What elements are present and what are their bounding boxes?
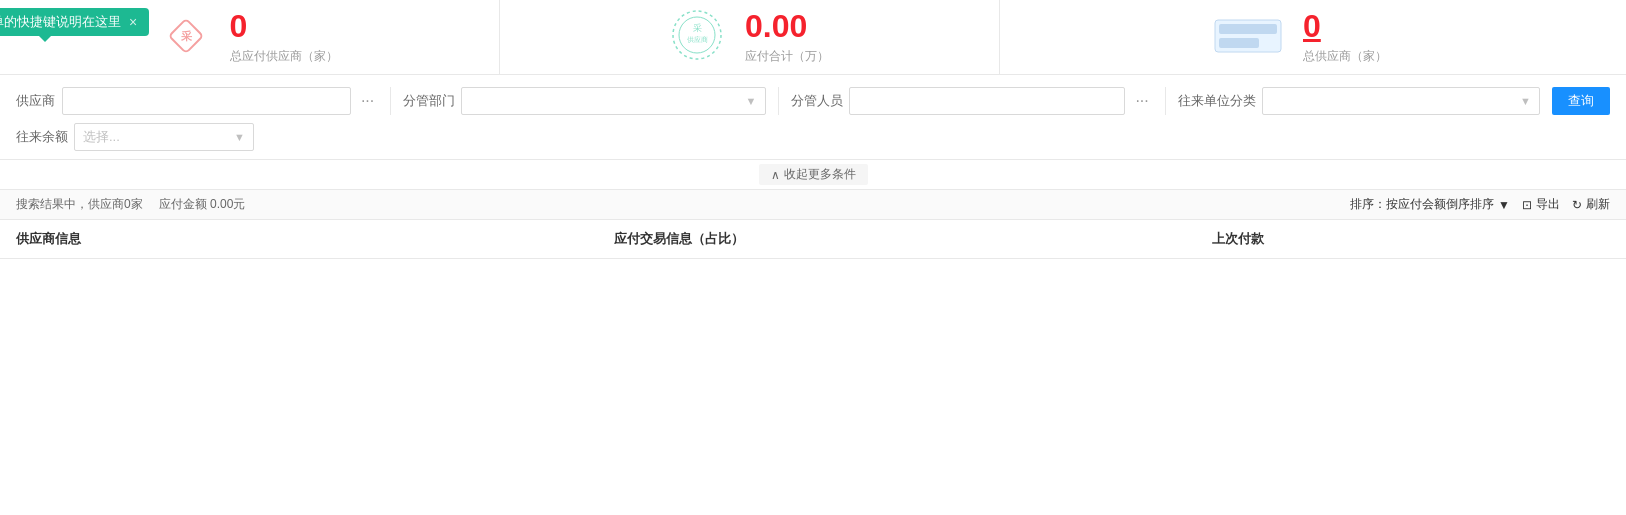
total-payable-suppliers-label: 总应付供应商（家） <box>230 48 338 65</box>
stat-payable-total: 快速录单的快捷键说明在这里 × 采 供应商 0.00 应付合计（万） <box>500 0 1000 74</box>
category-chevron-icon: ▼ <box>1520 95 1531 107</box>
search-row-1: 供应商 ··· 分管部门 ▼ 分管人员 ··· 往来单位分类 ▼ <box>16 87 1610 115</box>
svg-point-2 <box>673 11 721 59</box>
person-label: 分管人员 <box>791 92 843 110</box>
total-suppliers-number: 0 <box>1303 9 1387 44</box>
export-btn[interactable]: ⊡ 导出 <box>1522 196 1560 213</box>
refresh-label: 刷新 <box>1586 196 1610 213</box>
category-field: 往来单位分类 ▼ <box>1178 87 1540 115</box>
category-select[interactable]: ▼ <box>1262 87 1540 115</box>
table-header: 供应商信息 应付交易信息（占比） 上次付款 <box>0 220 1626 259</box>
total-suppliers-icon <box>1213 18 1283 57</box>
query-button[interactable]: 查询 <box>1552 87 1610 115</box>
supplier-dots-btn[interactable]: ··· <box>357 92 378 110</box>
divider-1 <box>390 87 391 115</box>
balance-select[interactable]: 选择... ▼ <box>74 123 254 151</box>
export-label: 导出 <box>1536 196 1560 213</box>
person-field: 分管人员 ··· <box>791 87 1153 115</box>
tooltip-text: 快速录单的快捷键说明在这里 <box>0 13 121 31</box>
result-right: 排序：按应付会额倒序排序 ▼ ⊡ 导出 ↻ 刷新 <box>1350 196 1610 213</box>
collapse-btn[interactable]: ∧ 收起更多条件 <box>759 164 868 185</box>
dept-field: 分管部门 ▼ <box>403 87 765 115</box>
refresh-icon: ↻ <box>1572 198 1582 212</box>
dept-chevron-icon: ▼ <box>746 95 757 107</box>
divider-3 <box>1165 87 1166 115</box>
svg-text:供应商: 供应商 <box>687 36 708 43</box>
table-body <box>0 259 1626 515</box>
supplier-input[interactable] <box>62 87 351 115</box>
search-bar: 供应商 ··· 分管部门 ▼ 分管人员 ··· 往来单位分类 ▼ <box>0 75 1626 160</box>
svg-rect-7 <box>1219 24 1277 34</box>
export-icon: ⊡ <box>1522 198 1532 212</box>
payable-total-number: 0.00 <box>745 9 829 44</box>
svg-text:采: 采 <box>180 30 192 42</box>
collapse-row: ∧ 收起更多条件 <box>0 160 1626 189</box>
tooltip-close-btn[interactable]: × <box>129 14 137 30</box>
svg-text:采: 采 <box>693 23 702 33</box>
payable-total-label: 应付合计（万） <box>745 48 829 65</box>
balance-placeholder: 选择... <box>83 128 120 146</box>
balance-field: 往来余额 选择... ▼ <box>16 123 254 151</box>
result-bar: 搜索结果中，供应商0家 应付金额 0.00元 排序：按应付会额倒序排序 ▼ ⊡ … <box>0 189 1626 220</box>
total-suppliers-label: 总供应商（家） <box>1303 48 1387 65</box>
col-supplier-info: 供应商信息 <box>16 230 614 248</box>
balance-label: 往来余额 <box>16 128 68 146</box>
dept-label: 分管部门 <box>403 92 455 110</box>
brand-icon: 采 <box>162 12 210 63</box>
sort-dropdown[interactable]: 排序：按应付会额倒序排序 ▼ <box>1350 196 1510 213</box>
collapse-up-icon: ∧ <box>771 168 780 182</box>
sort-chevron-icon: ▼ <box>1498 198 1510 212</box>
col-last-payment: 上次付款 <box>1212 230 1611 248</box>
sort-label: 排序：按应付会额倒序排序 <box>1350 196 1494 213</box>
supplier-field: 供应商 ··· <box>16 87 378 115</box>
dept-select[interactable]: ▼ <box>461 87 765 115</box>
collapse-label: 收起更多条件 <box>784 166 856 183</box>
mint-icon: 采 供应商 <box>670 8 725 66</box>
result-left: 搜索结果中，供应商0家 应付金额 0.00元 <box>16 196 245 213</box>
person-input[interactable] <box>849 87 1126 115</box>
category-label: 往来单位分类 <box>1178 92 1256 110</box>
divider-2 <box>778 87 779 115</box>
stat-total-suppliers: 0 总供应商（家） <box>1000 0 1600 74</box>
col-transaction-info: 应付交易信息（占比） <box>614 230 1212 248</box>
search-row-2: 往来余额 选择... ▼ <box>16 123 1610 151</box>
tooltip-bubble: 快速录单的快捷键说明在这里 × <box>0 8 149 36</box>
stats-bar: 采 0 总应付供应商（家） 快速录单的快捷键说明在这里 × 采 供应商 <box>0 0 1626 75</box>
total-payable-suppliers-number: 0 <box>230 9 338 44</box>
result-summary-1: 搜索结果中，供应商0家 <box>16 196 143 213</box>
result-summary-2: 应付金额 0.00元 <box>159 196 246 213</box>
refresh-btn[interactable]: ↻ 刷新 <box>1572 196 1610 213</box>
person-dots-btn[interactable]: ··· <box>1131 92 1152 110</box>
balance-chevron-icon: ▼ <box>234 131 245 143</box>
supplier-label: 供应商 <box>16 92 56 110</box>
svg-rect-8 <box>1219 38 1259 48</box>
